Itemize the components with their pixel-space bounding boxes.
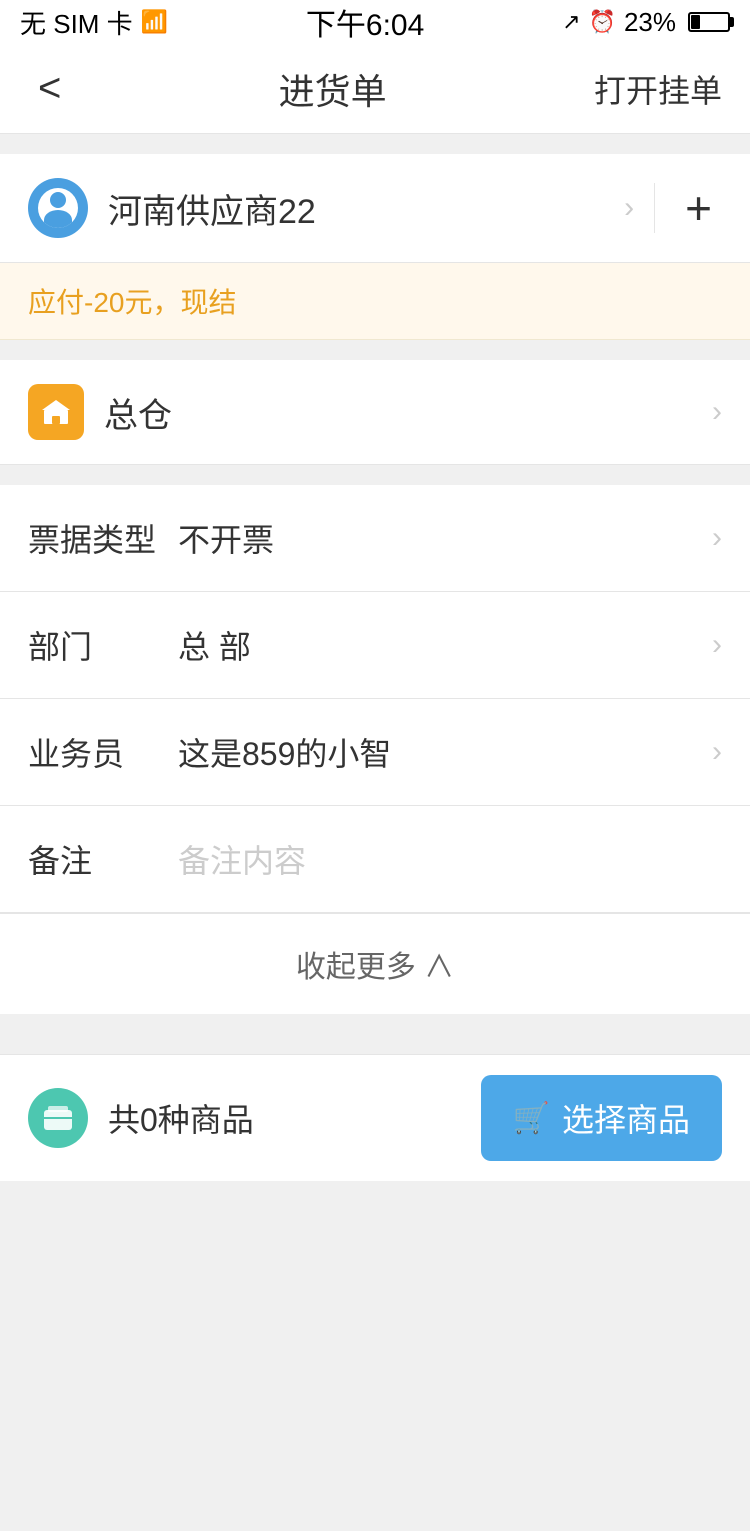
wifi-icon: 📶	[141, 9, 168, 35]
form-section: 票据类型 不开票 › 部门 总 部 › 业务员 这是859的小智 › 备注 备注…	[0, 485, 750, 1014]
invoice-label: 票据类型	[28, 515, 178, 561]
remark-label: 备注	[28, 836, 178, 882]
back-button[interactable]: <	[28, 56, 71, 121]
status-left: 无 SIM 卡 📶	[20, 4, 168, 41]
warehouse-section: 总仓 ›	[0, 360, 750, 465]
supplier-avatar	[28, 178, 88, 238]
invoice-value: 不开票	[178, 515, 712, 561]
time-label: 下午6:04	[306, 0, 424, 44]
section-divider-2	[0, 340, 750, 360]
select-product-button[interactable]: 🛒 选择商品	[481, 1075, 722, 1161]
product-count: 共0种商品	[108, 1095, 481, 1141]
add-supplier-button[interactable]: +	[675, 181, 722, 235]
supplier-section: 河南供应商22 › + 应付-20元，现结	[0, 154, 750, 340]
warehouse-name: 总仓	[104, 388, 712, 437]
page-title: 进货单	[279, 63, 387, 115]
select-btn-label: 选择商品	[562, 1095, 690, 1141]
salesman-row[interactable]: 业务员 这是859的小智 ›	[0, 699, 750, 806]
cart-icon: 🛒	[513, 1101, 550, 1136]
supplier-divider	[654, 183, 655, 233]
product-icon	[28, 1088, 88, 1148]
battery-icon	[688, 12, 730, 32]
avatar-inner	[38, 188, 78, 228]
battery-label: 23%	[624, 7, 676, 38]
department-row[interactable]: 部门 总 部 ›	[0, 592, 750, 699]
warehouse-row[interactable]: 总仓 ›	[0, 360, 750, 465]
carrier-label: 无 SIM 卡	[20, 4, 133, 41]
open-pending-button[interactable]: 打开挂单	[594, 66, 722, 112]
salesman-label: 业务员	[28, 729, 178, 775]
status-right: ↗ ⏰ 23%	[562, 7, 730, 38]
notice-bar: 应付-20元，现结	[0, 263, 750, 340]
supplier-name: 河南供应商22	[108, 184, 624, 233]
nav-bar: < 进货单 打开挂单	[0, 44, 750, 134]
location-icon: ↗	[562, 9, 580, 35]
section-divider-4	[0, 1014, 750, 1034]
remark-input[interactable]: 备注内容	[178, 836, 722, 882]
status-bar: 无 SIM 卡 📶 下午6:04 ↗ ⏰ 23%	[0, 0, 750, 44]
section-divider-1	[0, 134, 750, 154]
department-label: 部门	[28, 622, 178, 668]
invoice-chevron-icon: ›	[712, 521, 722, 555]
page-background	[0, 1181, 750, 1531]
supplier-chevron-icon: ›	[624, 191, 634, 225]
supplier-row[interactable]: 河南供应商22 › +	[0, 154, 750, 263]
salesman-chevron-icon: ›	[712, 735, 722, 769]
remark-row[interactable]: 备注 备注内容	[0, 806, 750, 913]
invoice-row[interactable]: 票据类型 不开票 ›	[0, 485, 750, 592]
collapse-button[interactable]: 收起更多 ∧	[0, 913, 750, 1014]
section-divider-3	[0, 465, 750, 485]
department-chevron-icon: ›	[712, 628, 722, 662]
notice-text: 应付-20元，现结	[28, 287, 236, 318]
department-value: 总 部	[178, 622, 712, 668]
bottom-bar: 共0种商品 🛒 选择商品	[0, 1054, 750, 1181]
warehouse-chevron-icon: ›	[712, 395, 722, 429]
alarm-icon: ⏰	[589, 9, 616, 35]
salesman-value: 这是859的小智	[178, 729, 712, 775]
warehouse-icon	[28, 384, 84, 440]
